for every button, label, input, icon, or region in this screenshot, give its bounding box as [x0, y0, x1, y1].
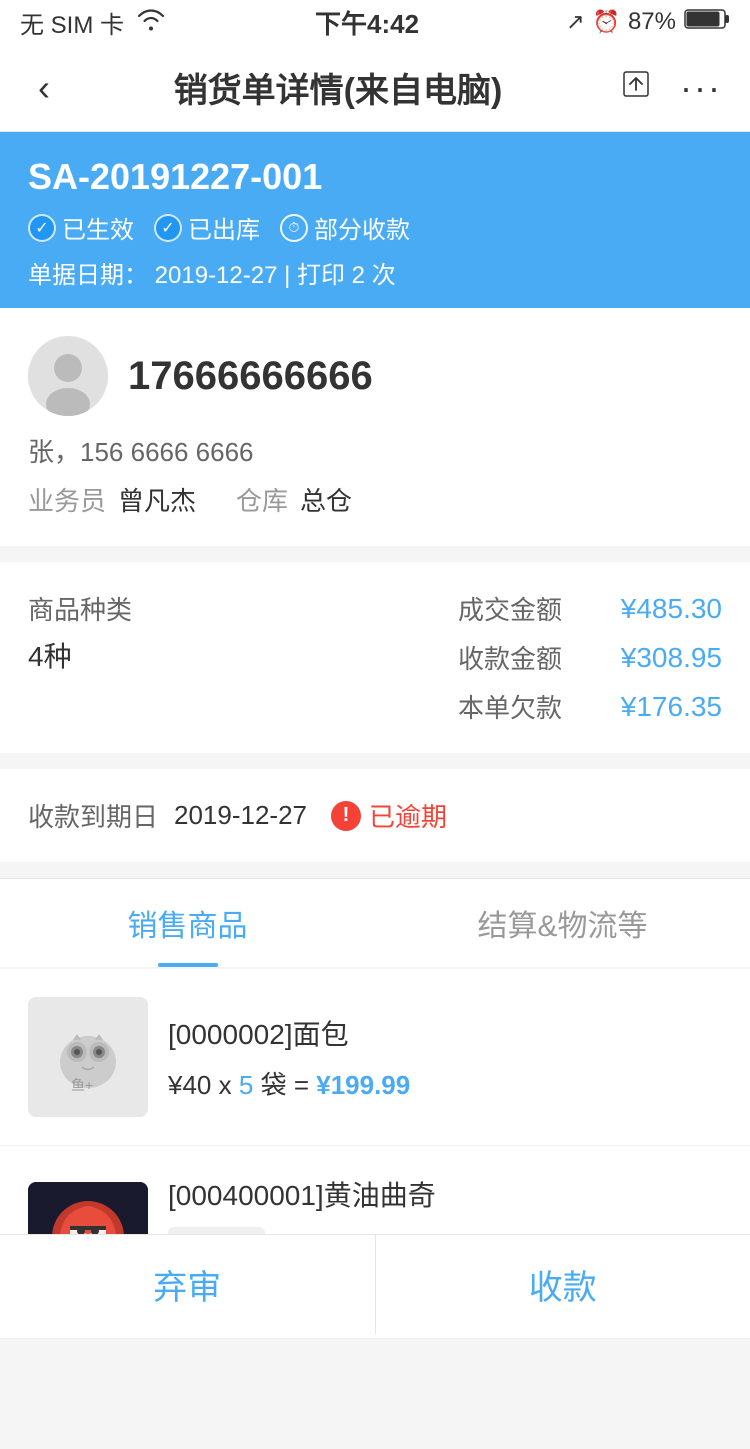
- received-value: ¥308.95: [582, 642, 722, 674]
- check-icon-1: ✓: [28, 214, 56, 242]
- type-label: 商品种类: [28, 590, 132, 627]
- order-date: 2019-12-27: [155, 262, 278, 289]
- salesperson-value: 曾凡杰: [118, 481, 196, 518]
- confirm-button[interactable]: 收款: [376, 1235, 750, 1334]
- alarm-icon: ⏰: [593, 9, 620, 35]
- banner-date: 单据日期： 2019-12-27 | 打印 2 次: [28, 255, 722, 290]
- back-button[interactable]: ‹: [28, 57, 60, 119]
- customer-card: 17666666666 张，156 6666 6666 业务员 曾凡杰 仓库 总…: [0, 308, 750, 546]
- due-date-value: 2019-12-27: [174, 800, 307, 831]
- product-name-bread: [0000002]面包: [168, 1013, 722, 1053]
- salesperson-label: 业务员: [28, 481, 106, 518]
- salesperson-item: 业务员 曾凡杰: [28, 481, 196, 518]
- tab-products[interactable]: 销售商品: [0, 879, 375, 967]
- amount-value: ¥485.30: [582, 593, 722, 625]
- product-info-bread: [0000002]面包 ¥40 x 5 袋 = ¥199.99: [168, 1013, 722, 1102]
- status-effective: ✓ 已生效: [28, 210, 134, 245]
- due-label: 收款到期日: [28, 797, 158, 834]
- overdue-badge: ! 已逾期: [331, 797, 447, 834]
- product-price-bread: ¥40 x 5 袋 = ¥199.99: [168, 1065, 722, 1102]
- svg-text:鱼+: 鱼+: [71, 1077, 93, 1093]
- product-total-bread: ¥199.99: [316, 1070, 410, 1100]
- tab-settlement[interactable]: 结算&物流等: [375, 879, 750, 967]
- status-partial-payment: ⏱ 部分收款: [280, 210, 410, 245]
- page-title: 销货单详情(来自电脑): [174, 63, 503, 112]
- type-count: 4种: [28, 635, 132, 675]
- product-qty-bread: 5: [239, 1070, 253, 1100]
- product-item: 鱼+ [0000002]面包 ¥40 x 5 袋 = ¥199.99: [0, 969, 750, 1146]
- nav-actions: ···: [616, 64, 722, 112]
- clock-icon: ⏱: [280, 214, 308, 242]
- due-card: 收款到期日 2019-12-27 ! 已逾期: [0, 769, 750, 862]
- customer-meta: 业务员 曾凡杰 仓库 总仓: [28, 481, 722, 518]
- product-thumb-bread: 鱼+: [28, 997, 148, 1117]
- overdue-icon: !: [331, 801, 361, 831]
- status-right: ↗ ⏰ 87%: [566, 7, 730, 38]
- tabs: 销售商品 结算&物流等: [0, 878, 750, 967]
- received-row: 收款金额 ¥308.95: [458, 639, 722, 676]
- status-time: 下午4:42: [315, 4, 419, 41]
- wifi-icon: [134, 7, 168, 38]
- stats-card: 商品种类 4种 成交金额 ¥485.30 收款金额 ¥308.95 本单欠款 ¥…: [0, 562, 750, 753]
- nav-bar: ‹ 销货单详情(来自电脑) ···: [0, 44, 750, 132]
- debt-row: 本单欠款 ¥176.35: [458, 688, 722, 725]
- print-info: | 打印 2 次: [284, 262, 396, 289]
- debt-label: 本单欠款: [458, 688, 562, 725]
- warehouse-item: 仓库 总仓: [236, 481, 352, 518]
- status-left: 无 SIM 卡: [20, 5, 168, 40]
- customer-top: 17666666666: [28, 336, 722, 416]
- battery-label: 87%: [628, 8, 676, 36]
- avatar: [28, 336, 108, 416]
- status-shipped: ✓ 已出库: [154, 210, 260, 245]
- amount-label: 成交金额: [458, 590, 562, 627]
- customer-name-phone: 张，156 6666 6666: [28, 432, 722, 469]
- date-label: 单据日期：: [28, 262, 148, 289]
- debt-value: ¥176.35: [582, 691, 722, 723]
- status-bar: 无 SIM 卡 下午4:42 ↗ ⏰ 87%: [0, 0, 750, 44]
- received-label: 收款金额: [458, 639, 562, 676]
- stats-left: 商品种类 4种: [28, 590, 132, 675]
- bottom-bar: 弃审 收款: [0, 1234, 750, 1334]
- header-banner: SA-20191227-001 ✓ 已生效 ✓ 已出库 ⏱ 部分收款 单据日期：…: [0, 132, 750, 308]
- status-row: ✓ 已生效 ✓ 已出库 ⏱ 部分收款: [28, 210, 722, 245]
- warehouse-label: 仓库: [236, 481, 288, 518]
- product-name-cookie: [000400001]黄油曲奇: [168, 1174, 722, 1214]
- cancel-button[interactable]: 弃审: [0, 1235, 376, 1334]
- location-icon: ↗: [566, 9, 584, 35]
- customer-phone: 17666666666: [128, 354, 373, 399]
- order-id: SA-20191227-001: [28, 156, 722, 198]
- check-icon-2: ✓: [154, 214, 182, 242]
- overdue-text: 已逾期: [369, 797, 447, 834]
- stats-right: 成交金额 ¥485.30 收款金额 ¥308.95 本单欠款 ¥176.35: [458, 590, 722, 725]
- carrier-label: 无 SIM 卡: [20, 5, 124, 40]
- more-button[interactable]: ···: [680, 67, 722, 109]
- warehouse-value: 总仓: [300, 481, 352, 518]
- amount-row: 成交金额 ¥485.30: [458, 590, 722, 627]
- share-button[interactable]: [616, 64, 656, 112]
- battery-icon: [684, 7, 730, 38]
